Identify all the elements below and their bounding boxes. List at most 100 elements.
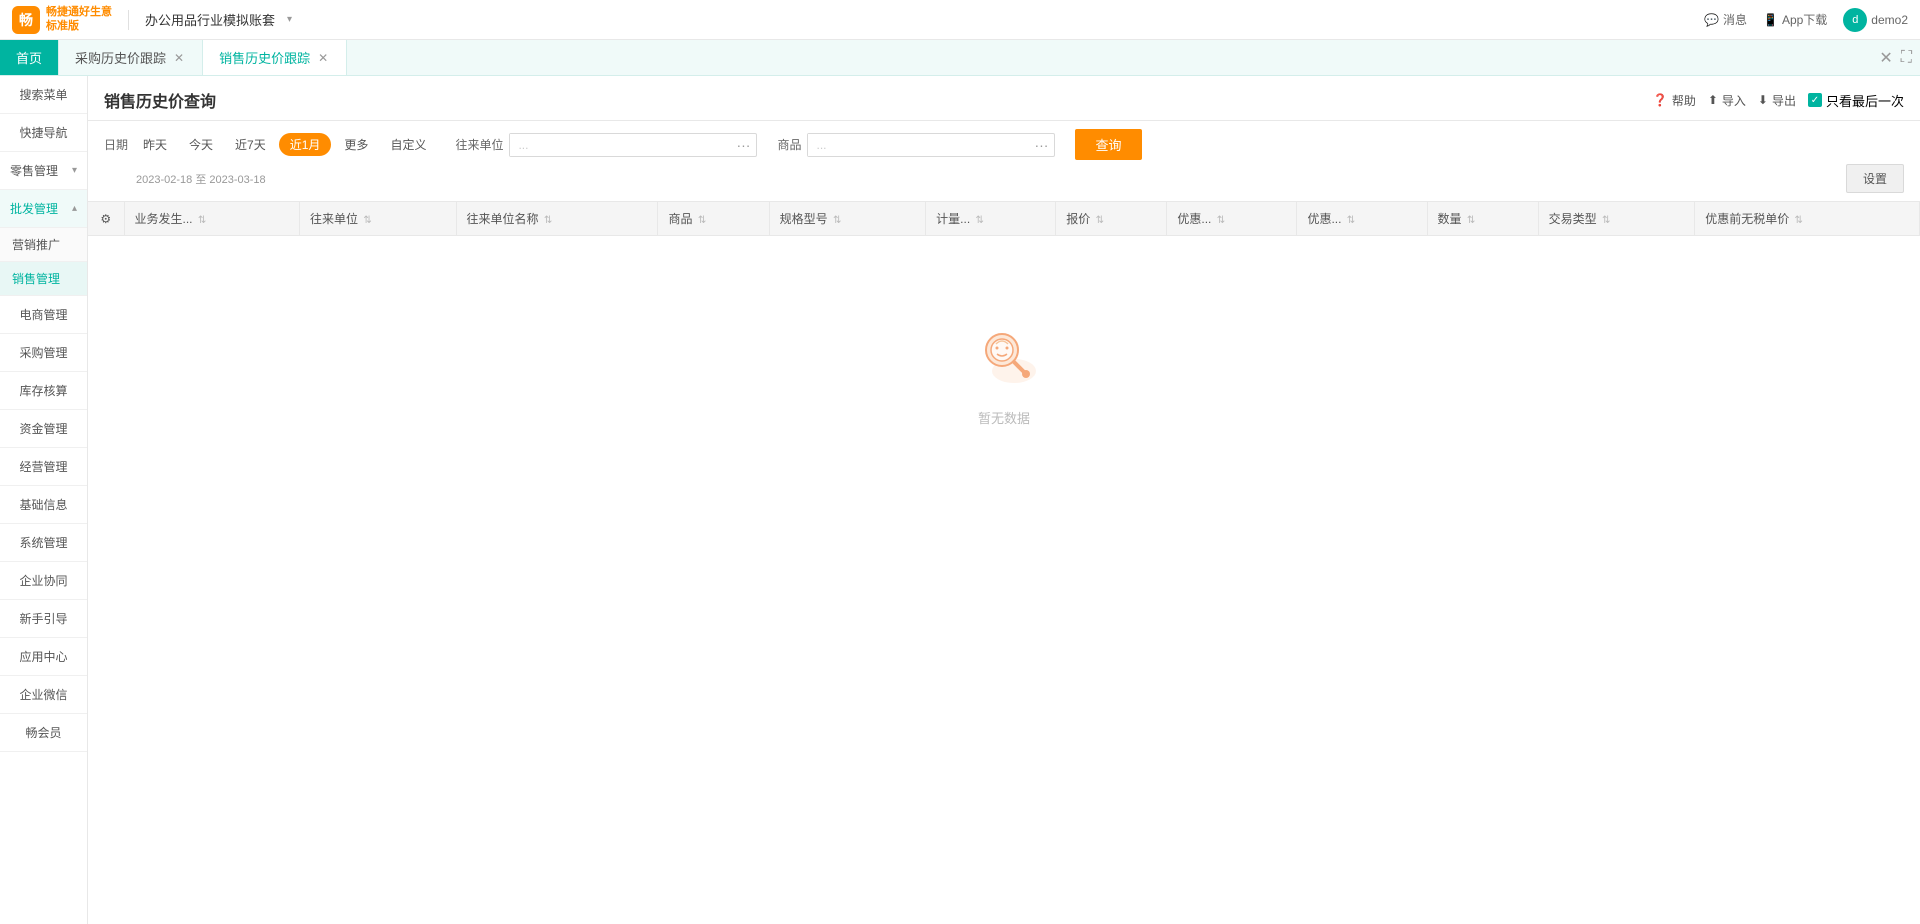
logo-area: 畅 畅捷通好生意 标准版 bbox=[12, 6, 112, 34]
help-icon: ❓ bbox=[1653, 93, 1668, 107]
date-btn-1month[interactable]: 近1月 bbox=[279, 133, 332, 156]
app-download-btn[interactable]: 📱 App下载 bbox=[1763, 11, 1827, 28]
table-header-row: ⚙ 业务发生... ⇅ 往来单位 ⇅ 往来单位名称 ⇅ bbox=[88, 202, 1920, 236]
sidebar-item-search-menu[interactable]: 搜索菜单 bbox=[0, 76, 87, 114]
sidebar-item-basic-info[interactable]: 基础信息 bbox=[0, 486, 87, 524]
logo-icon: 畅 bbox=[12, 6, 40, 34]
sidebar-item-system[interactable]: 系统管理 bbox=[0, 524, 87, 562]
export-btn[interactable]: ⬇ 导出 bbox=[1758, 92, 1796, 109]
sidebar-item-finance[interactable]: 资金管理 bbox=[0, 410, 87, 448]
filter-row-1: 日期 昨天 今天 近7天 近1月 更多 自定义 往来单位 ··· bbox=[104, 129, 1904, 160]
app-name: 办公用品行业模拟账套 bbox=[145, 10, 275, 29]
sidebar: 搜索菜单 快捷导航 零售管理 ▾ 批发管理 ▴ 营销推广 销售管理 电商管理 采… bbox=[0, 76, 88, 924]
sidebar-item-member[interactable]: 畅会员 bbox=[0, 714, 87, 752]
th-product[interactable]: 商品 ⇅ bbox=[658, 202, 769, 236]
home-tab-label: 首页 bbox=[16, 48, 42, 67]
th-pretax-price[interactable]: 优惠前无税单价 ⇅ bbox=[1695, 202, 1920, 236]
product-label: 商品 bbox=[777, 136, 801, 153]
empty-state: 暂无数据 bbox=[88, 236, 1920, 507]
sales-tab-close[interactable]: ✕ bbox=[316, 49, 330, 67]
close-all-tabs-btn[interactable]: ✕ bbox=[1879, 48, 1892, 68]
tab-home[interactable]: 首页 bbox=[0, 40, 59, 75]
filter-row-2: 2023-02-18 至 2023-03-18 设置 bbox=[104, 164, 1904, 193]
date-btn-custom[interactable]: 自定义 bbox=[381, 133, 435, 156]
sort-icon-spec[interactable]: ⇅ bbox=[833, 215, 841, 226]
partner-input[interactable] bbox=[510, 134, 730, 156]
sidebar-item-app-center[interactable]: 应用中心 bbox=[0, 638, 87, 676]
main-layout: 搜索菜单 快捷导航 零售管理 ▾ 批发管理 ▴ 营销推广 销售管理 电商管理 采… bbox=[0, 76, 1920, 924]
date-filter-group: 日期 昨天 今天 近7天 近1月 更多 自定义 bbox=[104, 133, 435, 156]
th-biz-date[interactable]: 业务发生... ⇅ bbox=[124, 202, 299, 236]
date-btn-yesterday[interactable]: 昨天 bbox=[134, 133, 176, 156]
sidebar-item-enterprise[interactable]: 企业协同 bbox=[0, 562, 87, 600]
help-btn[interactable]: ❓ 帮助 bbox=[1653, 92, 1696, 109]
sort-icon-price[interactable]: ⇅ bbox=[1096, 215, 1104, 226]
sort-icon-discount1[interactable]: ⇅ bbox=[1217, 215, 1225, 226]
sort-icon-pretax-price[interactable]: ⇅ bbox=[1795, 215, 1803, 226]
purchase-tab-close[interactable]: ✕ bbox=[172, 49, 186, 67]
th-discount1[interactable]: 优惠... ⇅ bbox=[1167, 202, 1297, 236]
date-btn-7days[interactable]: 近7天 bbox=[226, 133, 275, 156]
th-quantity[interactable]: 数量 ⇅ bbox=[1427, 202, 1538, 236]
th-trade-type[interactable]: 交易类型 ⇅ bbox=[1538, 202, 1695, 236]
th-gear[interactable]: ⚙ bbox=[88, 202, 124, 236]
sidebar-item-quick-nav[interactable]: 快捷导航 bbox=[0, 114, 87, 152]
sidebar-item-sales-mgmt[interactable]: 销售管理 bbox=[0, 262, 87, 296]
sidebar-item-inventory[interactable]: 库存核算 bbox=[0, 372, 87, 410]
user-profile[interactable]: d demo2 bbox=[1843, 8, 1908, 32]
top-bar-right: 💬 消息 📱 App下载 d demo2 bbox=[1704, 8, 1908, 32]
page-header: 销售历史价查询 ❓ 帮助 ⬆ 导入 ⬇ 导出 只看最后一次 bbox=[88, 76, 1920, 121]
th-partner-code[interactable]: 往来单位 ⇅ bbox=[299, 202, 456, 236]
sort-icon-partner-code[interactable]: ⇅ bbox=[363, 215, 371, 226]
last-only-wrap[interactable]: 只看最后一次 bbox=[1808, 91, 1904, 110]
sidebar-item-wholesale[interactable]: 批发管理 ▴ bbox=[0, 190, 87, 228]
date-range-display: 2023-02-18 至 2023-03-18 bbox=[136, 171, 266, 187]
export-icon: ⬇ bbox=[1758, 93, 1768, 107]
wholesale-arrow-icon: ▴ bbox=[72, 203, 77, 214]
sort-icon-unit[interactable]: ⇅ bbox=[976, 215, 984, 226]
partner-picker-btn[interactable]: ··· bbox=[730, 137, 756, 153]
query-btn[interactable]: 查询 bbox=[1075, 129, 1141, 160]
import-btn[interactable]: ⬆ 导入 bbox=[1708, 92, 1746, 109]
sidebar-item-purchase-mgmt[interactable]: 采购管理 bbox=[0, 334, 87, 372]
search-menu-label: 搜索菜单 bbox=[19, 86, 67, 103]
sort-icon-discount2[interactable]: ⇅ bbox=[1347, 215, 1355, 226]
sidebar-item-marketing[interactable]: 营销推广 bbox=[0, 228, 87, 262]
avatar: d bbox=[1843, 8, 1867, 32]
app-dropdown-icon[interactable]: ▾ bbox=[287, 14, 292, 25]
th-partner-name[interactable]: 往来单位名称 ⇅ bbox=[456, 202, 658, 236]
last-only-checkbox[interactable] bbox=[1808, 93, 1822, 107]
product-picker-btn[interactable]: ··· bbox=[1028, 137, 1054, 153]
tab-sales[interactable]: 销售历史价跟踪 ✕ bbox=[203, 40, 347, 75]
product-input[interactable] bbox=[808, 134, 1028, 156]
empty-illustration bbox=[964, 316, 1044, 396]
sort-icon-quantity[interactable]: ⇅ bbox=[1467, 215, 1475, 226]
date-btn-more[interactable]: 更多 bbox=[335, 133, 377, 156]
sidebar-item-retail[interactable]: 零售管理 ▾ bbox=[0, 152, 87, 190]
th-discount2[interactable]: 优惠... ⇅ bbox=[1297, 202, 1427, 236]
setting-btn[interactable]: 设置 bbox=[1846, 164, 1904, 193]
fullscreen-btn[interactable]: ⛶ bbox=[1901, 49, 1912, 67]
quick-nav-label: 快捷导航 bbox=[19, 124, 67, 141]
sort-icon-partner-name[interactable]: ⇅ bbox=[544, 215, 552, 226]
th-unit[interactable]: 计量... ⇅ bbox=[926, 202, 1056, 236]
sidebar-item-ecommerce[interactable]: 电商管理 bbox=[0, 296, 87, 334]
message-btn[interactable]: 💬 消息 bbox=[1704, 11, 1747, 28]
sidebar-item-guide[interactable]: 新手引导 bbox=[0, 600, 87, 638]
top-bar: 畅 畅捷通好生意 标准版 办公用品行业模拟账套 ▾ 💬 消息 📱 App下载 d… bbox=[0, 0, 1920, 40]
date-btn-today[interactable]: 今天 bbox=[180, 133, 222, 156]
partner-input-wrap: ··· bbox=[509, 133, 757, 157]
page-title: 销售历史价查询 bbox=[104, 88, 216, 112]
th-price[interactable]: 报价 ⇅ bbox=[1056, 202, 1167, 236]
divider bbox=[128, 10, 129, 30]
th-spec[interactable]: 规格型号 ⇅ bbox=[769, 202, 926, 236]
import-icon: ⬆ bbox=[1708, 93, 1718, 107]
sort-icon-trade-type[interactable]: ⇅ bbox=[1602, 215, 1610, 226]
retail-arrow-icon: ▾ bbox=[72, 165, 77, 176]
sidebar-item-wechat[interactable]: 企业微信 bbox=[0, 676, 87, 714]
sidebar-item-operations[interactable]: 经营管理 bbox=[0, 448, 87, 486]
tab-purchase[interactable]: 采购历史价跟踪 ✕ bbox=[59, 40, 203, 75]
sort-icon-product[interactable]: ⇅ bbox=[698, 215, 706, 226]
sort-icon-biz-date[interactable]: ⇅ bbox=[198, 215, 206, 226]
retail-label: 零售管理 bbox=[10, 162, 58, 179]
